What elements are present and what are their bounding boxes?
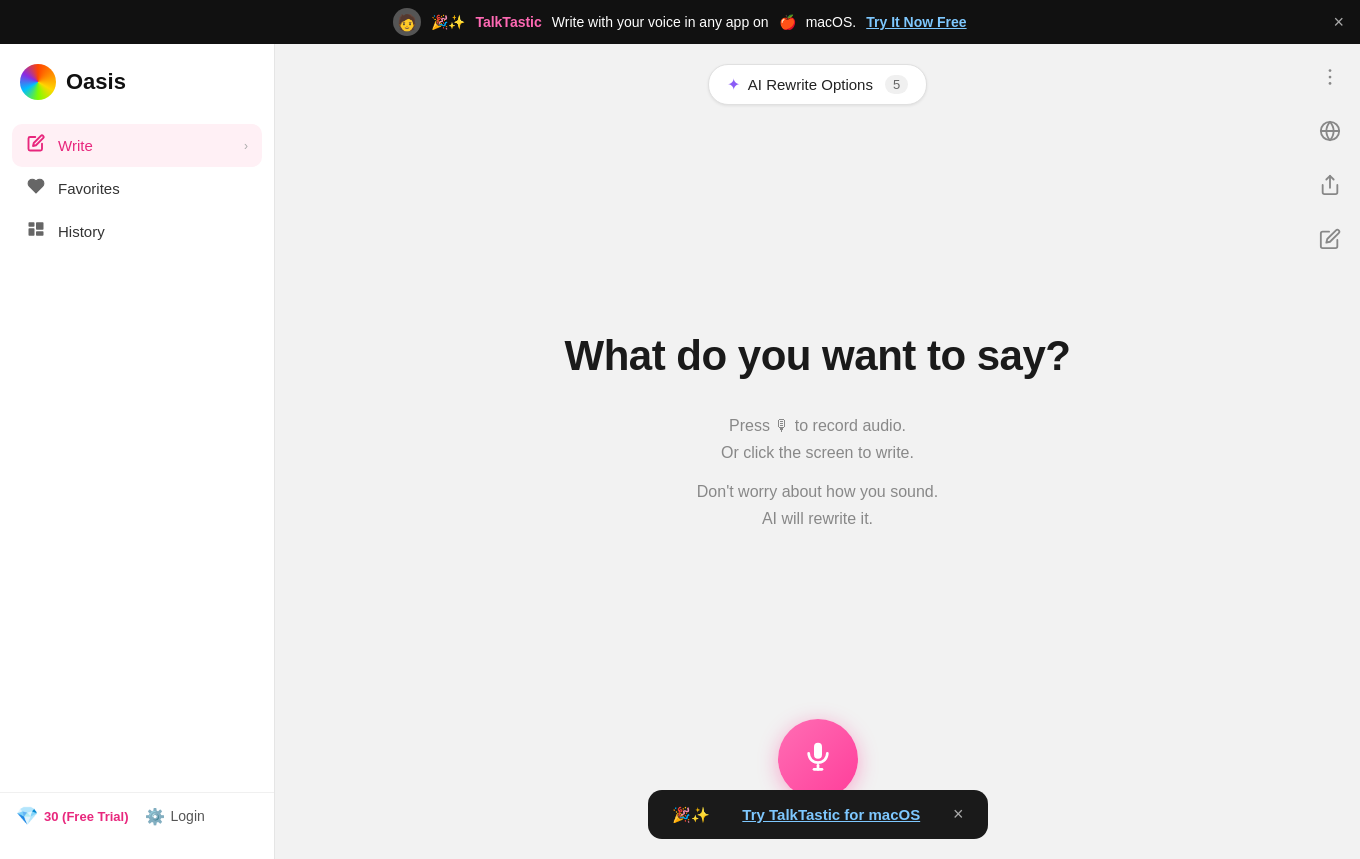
svg-point-4 bbox=[1329, 69, 1332, 72]
login-button[interactable]: ⚙️ Login bbox=[145, 807, 205, 826]
svg-point-5 bbox=[1329, 76, 1332, 79]
main-content: ✦ AI Rewrite Options 5 bbox=[275, 44, 1360, 859]
instruction-line-2: Or click the screen to write. bbox=[697, 439, 938, 466]
favorites-icon bbox=[26, 177, 46, 200]
sidebar: Oasis Write › bbox=[0, 44, 275, 859]
svg-rect-0 bbox=[29, 222, 35, 227]
main-heading: What do you want to say? bbox=[564, 332, 1070, 380]
sidebar-item-write[interactable]: Write › bbox=[12, 124, 262, 167]
toast-link[interactable]: Try TalkTastic for macOS bbox=[742, 806, 920, 823]
share-button[interactable] bbox=[1313, 168, 1347, 202]
sidebar-item-favorites[interactable]: Favorites bbox=[12, 167, 262, 210]
instruction-text: Press 🎙 to record audio. Or click the sc… bbox=[697, 412, 938, 533]
history-label: History bbox=[58, 223, 248, 240]
main-toolbar: ✦ AI Rewrite Options 5 bbox=[275, 44, 1360, 105]
instruction-line-3: Don't worry about how you sound. bbox=[697, 478, 938, 505]
banner-brand[interactable]: TalkTastic bbox=[475, 14, 541, 30]
sidebar-item-history[interactable]: History bbox=[12, 210, 262, 253]
write-label: Write bbox=[58, 137, 232, 154]
svg-rect-1 bbox=[29, 228, 35, 236]
edit-button[interactable] bbox=[1313, 222, 1347, 256]
write-icon bbox=[26, 134, 46, 157]
record-button-area bbox=[778, 719, 858, 799]
settings-icon: ⚙️ bbox=[145, 807, 165, 826]
record-button[interactable] bbox=[778, 719, 858, 799]
right-panel bbox=[1300, 44, 1360, 859]
more-options-button[interactable] bbox=[1313, 60, 1347, 94]
sidebar-header: Oasis bbox=[0, 44, 274, 116]
banner-emoji: 🎉✨ bbox=[431, 14, 465, 30]
banner-close-button[interactable]: × bbox=[1333, 13, 1344, 31]
sidebar-nav: Write › Favorites bbox=[0, 116, 274, 792]
toast-emoji: 🎉✨ bbox=[672, 806, 710, 824]
login-label: Login bbox=[171, 808, 205, 824]
banner-apple-icon: 🍎 bbox=[779, 14, 796, 30]
svg-point-6 bbox=[1329, 82, 1332, 85]
banner-platform: macOS. bbox=[806, 14, 857, 30]
microphone-icon bbox=[802, 740, 834, 779]
gem-icon: 💎 bbox=[16, 805, 38, 827]
ai-rewrite-count: 5 bbox=[885, 75, 908, 94]
sparkle-icon: ✦ bbox=[727, 75, 740, 94]
banner-message: Write with your voice in any app on bbox=[552, 14, 769, 30]
globe-button[interactable] bbox=[1313, 114, 1347, 148]
toast-close-button[interactable]: × bbox=[953, 804, 964, 825]
sidebar-footer: 💎 30 (Free Trial) ⚙️ Login bbox=[0, 792, 274, 839]
write-chevron-icon: › bbox=[244, 139, 248, 153]
oasis-logo bbox=[20, 64, 56, 100]
oasis-name: Oasis bbox=[66, 69, 126, 95]
bottom-toast: 🎉✨ Try TalkTastic for macOS × bbox=[648, 790, 988, 839]
credits-value: 30 (Free Trial) bbox=[44, 809, 129, 824]
favorites-label: Favorites bbox=[58, 180, 248, 197]
banner-cta-link[interactable]: Try It Now Free bbox=[866, 14, 966, 30]
mic-emoji: 🎙 bbox=[774, 417, 794, 434]
credits-display: 💎 30 (Free Trial) bbox=[16, 805, 129, 827]
history-icon bbox=[26, 220, 46, 243]
svg-rect-2 bbox=[36, 222, 44, 230]
instruction-line-1: Press 🎙 to record audio. bbox=[697, 412, 938, 439]
banner-avatar: 🧑 bbox=[393, 8, 421, 36]
top-banner: 🧑 🎉✨ TalkTastic Write with your voice in… bbox=[0, 0, 1360, 44]
ai-rewrite-label: AI Rewrite Options bbox=[748, 76, 873, 93]
ai-rewrite-button[interactable]: ✦ AI Rewrite Options 5 bbox=[708, 64, 927, 105]
toast-text: Try TalkTastic for macOS bbox=[742, 806, 920, 823]
instruction-line-4: AI will rewrite it. bbox=[697, 505, 938, 532]
svg-rect-10 bbox=[814, 742, 822, 758]
svg-rect-3 bbox=[36, 231, 44, 236]
